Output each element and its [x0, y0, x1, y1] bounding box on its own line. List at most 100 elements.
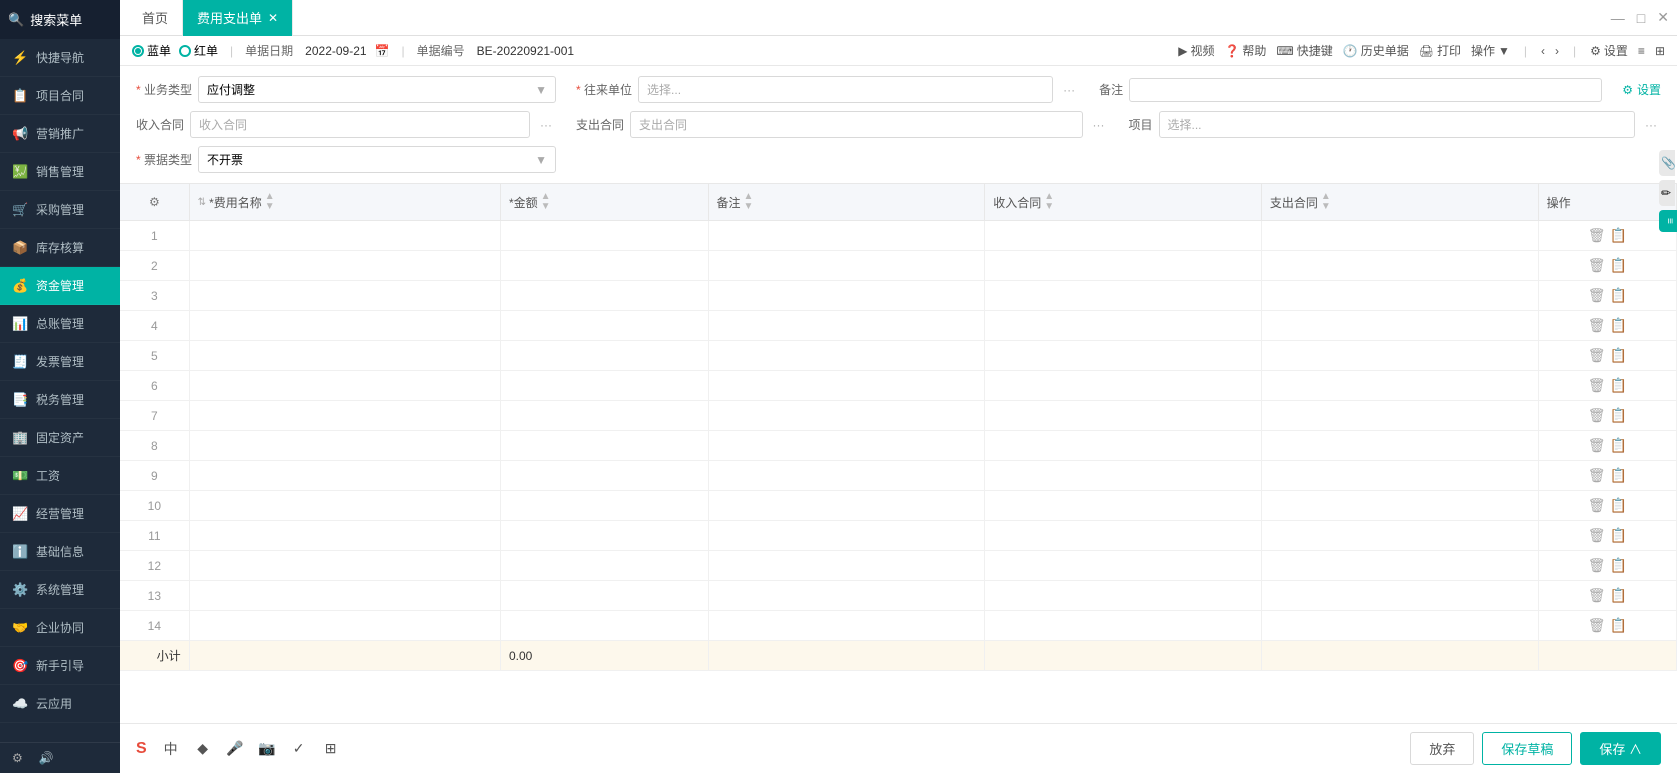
- delete-row-icon[interactable]: 🗑: [1588, 257, 1606, 273]
- settings-button[interactable]: ⚙ 设置: [1590, 42, 1628, 59]
- sidebar-item-payroll[interactable]: 💵 工资: [0, 457, 120, 495]
- expense-contract-cell[interactable]: [1261, 581, 1538, 611]
- income-contract-more-button[interactable]: ···: [536, 118, 556, 132]
- note-cell[interactable]: [708, 491, 985, 521]
- expense-contract-cell[interactable]: [1261, 401, 1538, 431]
- expense-name-cell[interactable]: [189, 311, 500, 341]
- sidebar-item-basic-info[interactable]: ℹ️ 基础信息: [0, 533, 120, 571]
- restore-button[interactable]: □: [1637, 10, 1645, 26]
- copy-row-icon[interactable]: 📋: [1609, 227, 1626, 243]
- view-grid-button[interactable]: ⊞: [1655, 44, 1665, 58]
- delete-row-icon[interactable]: 🗑: [1588, 317, 1606, 333]
- camera-icon[interactable]: 📷: [255, 737, 279, 761]
- income-contract-cell[interactable]: [985, 431, 1262, 461]
- save-button[interactable]: 保存 ∧: [1580, 732, 1661, 765]
- remark-input[interactable]: [1129, 78, 1602, 102]
- note-cell[interactable]: [708, 611, 985, 641]
- sidebar-item-inventory[interactable]: 📦 库存核算: [0, 229, 120, 267]
- expense-contract-cell[interactable]: [1261, 551, 1538, 581]
- income-contract-select[interactable]: 收入合同: [190, 111, 530, 138]
- expense-contract-cell[interactable]: [1261, 341, 1538, 371]
- expense-contract-cell[interactable]: [1261, 611, 1538, 641]
- zhong-icon[interactable]: 中: [159, 737, 183, 761]
- copy-row-icon[interactable]: 📋: [1609, 617, 1626, 633]
- delete-row-icon[interactable]: 🗑: [1588, 587, 1606, 603]
- action-shortcut[interactable]: ⌨ 快捷键: [1276, 42, 1332, 59]
- delete-row-icon[interactable]: 🗑: [1588, 437, 1606, 453]
- expense-name-cell[interactable]: [189, 431, 500, 461]
- copy-row-icon[interactable]: 📋: [1609, 347, 1626, 363]
- delete-row-icon[interactable]: 🗑: [1588, 407, 1606, 423]
- copy-row-icon[interactable]: 📋: [1609, 557, 1626, 573]
- action-ops[interactable]: 操作 ▼: [1471, 42, 1510, 59]
- amount-cell[interactable]: [500, 611, 708, 641]
- sidebar-item-capital[interactable]: 💰 资金管理: [0, 267, 120, 305]
- delete-row-icon[interactable]: 🗑: [1588, 467, 1606, 483]
- income-contract-cell[interactable]: [985, 611, 1262, 641]
- expense-contract-cell[interactable]: [1261, 521, 1538, 551]
- copy-row-icon[interactable]: 📋: [1609, 497, 1626, 513]
- diamond-icon[interactable]: ◆: [191, 737, 215, 761]
- sidebar-item-fixed-assets[interactable]: 🏢 固定资产: [0, 419, 120, 457]
- sidebar-item-project-contract[interactable]: 📋 项目合同: [0, 77, 120, 115]
- expense-contract-cell[interactable]: [1261, 221, 1538, 251]
- discard-button[interactable]: 放弃: [1410, 732, 1474, 765]
- copy-row-icon[interactable]: 📋: [1609, 377, 1626, 393]
- expense-name-cell[interactable]: [189, 341, 500, 371]
- expense-name-cell[interactable]: [189, 491, 500, 521]
- note-cell[interactable]: [708, 221, 985, 251]
- calendar-icon[interactable]: 📅: [375, 44, 390, 58]
- copy-row-icon[interactable]: 📋: [1609, 317, 1626, 333]
- expense-con-sort-arrows[interactable]: ▲▼: [1321, 192, 1331, 212]
- amount-cell[interactable]: [500, 251, 708, 281]
- close-button[interactable]: ✕: [1657, 9, 1669, 26]
- nav-next-button[interactable]: ›: [1555, 44, 1559, 58]
- note-cell[interactable]: [708, 461, 985, 491]
- amount-cell[interactable]: [500, 431, 708, 461]
- note-cell[interactable]: [708, 581, 985, 611]
- project-select[interactable]: 选择...: [1159, 111, 1635, 138]
- expense-name-cell[interactable]: [189, 461, 500, 491]
- note-sort-arrows[interactable]: ▲▼: [744, 192, 754, 212]
- sidebar-item-ledger[interactable]: 📊 总账管理: [0, 305, 120, 343]
- save-draft-button[interactable]: 保存草稿: [1482, 732, 1572, 765]
- expense-contract-cell[interactable]: [1261, 431, 1538, 461]
- tab-home[interactable]: 首页: [128, 0, 183, 36]
- expense-name-cell[interactable]: [189, 251, 500, 281]
- income-sort-arrows[interactable]: ▲▼: [1044, 192, 1054, 212]
- expense-contract-cell[interactable]: [1261, 371, 1538, 401]
- amount-cell[interactable]: [500, 461, 708, 491]
- sidebar-item-marketing[interactable]: 📢 营销推广: [0, 115, 120, 153]
- amount-cell[interactable]: [500, 491, 708, 521]
- income-contract-cell[interactable]: [985, 491, 1262, 521]
- sidebar-item-quick-nav[interactable]: ⚡ 快捷导航: [0, 39, 120, 77]
- income-contract-cell[interactable]: [985, 521, 1262, 551]
- delete-row-icon[interactable]: 🗑: [1588, 557, 1606, 573]
- expense-name-cell[interactable]: [189, 521, 500, 551]
- delete-row-icon[interactable]: 🗑: [1588, 527, 1606, 543]
- copy-row-icon[interactable]: 📋: [1609, 287, 1626, 303]
- minimize-button[interactable]: —: [1611, 10, 1625, 26]
- sidebar-item-system[interactable]: ⚙️ 系统管理: [0, 571, 120, 609]
- note-cell[interactable]: [708, 251, 985, 281]
- income-contract-cell[interactable]: [985, 371, 1262, 401]
- check-icon[interactable]: ✓: [287, 737, 311, 761]
- income-contract-cell[interactable]: [985, 221, 1262, 251]
- business-type-select[interactable]: 应付调整 ▼: [198, 76, 556, 103]
- table-container[interactable]: ⚙ ⇅ *费用名称 ▲▼ *金额 ▲▼: [120, 184, 1677, 723]
- expense-name-cell[interactable]: [189, 401, 500, 431]
- tab-expense-close[interactable]: ✕: [268, 11, 278, 25]
- amount-cell[interactable]: [500, 371, 708, 401]
- th-expense-contract[interactable]: 支出合同 ▲▼: [1261, 184, 1538, 221]
- income-contract-cell[interactable]: [985, 581, 1262, 611]
- sidebar-item-sales[interactable]: 💹 销售管理: [0, 153, 120, 191]
- action-history[interactable]: 🕐 历史单据: [1343, 42, 1409, 59]
- amount-cell[interactable]: [500, 341, 708, 371]
- tab-expense[interactable]: 费用支出单 ✕: [183, 0, 293, 36]
- copy-row-icon[interactable]: 📋: [1609, 407, 1626, 423]
- note-cell[interactable]: [708, 401, 985, 431]
- right-panel-clip-icon[interactable]: 📎: [1659, 150, 1675, 176]
- note-cell[interactable]: [708, 371, 985, 401]
- table-gear-icon[interactable]: ⚙: [149, 195, 160, 209]
- delete-row-icon[interactable]: 🗑: [1588, 497, 1606, 513]
